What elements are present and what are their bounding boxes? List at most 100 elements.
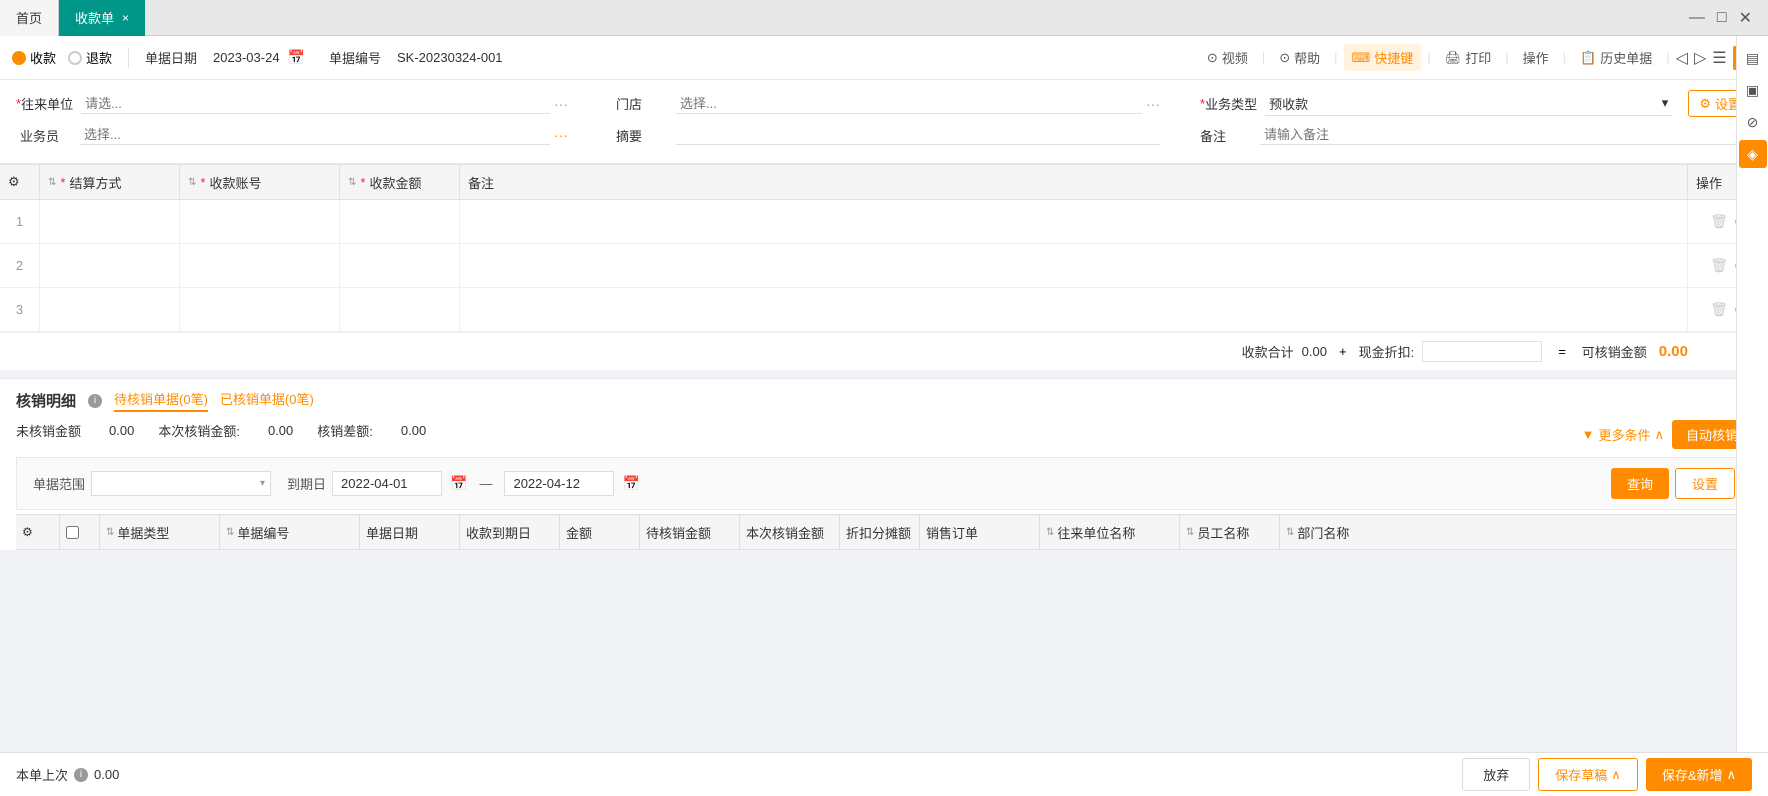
salesperson-label: 业务员 <box>20 126 80 145</box>
bth-checkbox[interactable] <box>60 515 100 549</box>
th-gear[interactable]: ⚙ <box>0 165 40 199</box>
salesperson-input[interactable] <box>80 125 550 145</box>
form-row-2: 业务员 ··· 摘要 备注 <box>16 125 1752 145</box>
business-type-select[interactable]: 预收款 ▾ <box>1265 92 1672 116</box>
query-button[interactable]: 查询 <box>1611 468 1669 499</box>
row1-remark[interactable] <box>460 200 1688 243</box>
row3-remark[interactable] <box>460 288 1688 331</box>
th-account: ⇅ * 收款账号 <box>180 165 340 199</box>
help-icon: ⊙ <box>1279 50 1290 66</box>
bth-dept: ⇅ 部门名称 <box>1280 515 1380 549</box>
shortcut-button[interactable]: ⌨ 快捷键 <box>1344 44 1422 71</box>
verify-section: 核销明细 i 待核销单据(0笔) 已核销单据(0笔) 未核销金额 0.00 本次… <box>0 378 1768 550</box>
row1-account[interactable] <box>180 200 340 243</box>
remark-label: 备注 <box>1200 126 1260 145</box>
close-icon[interactable]: × <box>122 11 129 25</box>
tab-receipt-label: 收款单 <box>75 8 114 27</box>
table-row: 1 🗑 ⊕ <box>0 200 1768 244</box>
window-controls: — □ ✕ <box>1689 8 1768 28</box>
calendar-to-icon[interactable]: 📅 <box>622 475 639 492</box>
summary-input[interactable] <box>676 125 1160 145</box>
verify-title-row: 核销明细 i 待核销单据(0笔) 已核销单据(0笔) <box>16 389 1752 412</box>
row-num-2: 2 <box>0 244 40 287</box>
row2-settle[interactable] <box>40 244 180 287</box>
verify-info-icon[interactable]: i <box>88 394 102 408</box>
minimize-button[interactable]: — <box>1689 9 1705 27</box>
bth-this-verify: 本次核销金额 <box>740 515 840 549</box>
close-window-button[interactable]: ✕ <box>1739 8 1752 28</box>
row3-settle[interactable] <box>40 288 180 331</box>
row1-amount[interactable] <box>340 200 460 243</box>
tab-done[interactable]: 已核销单据(0笔) <box>220 389 314 412</box>
row2-amount[interactable] <box>340 244 460 287</box>
store-label: 门店 <box>616 94 676 113</box>
page-footer: 本单上次 i 0.00 放弃 保存草稿 ∧ 保存&新增 ∧ <box>0 752 1768 796</box>
delete-icon-3[interactable]: 🗑 <box>1710 301 1728 318</box>
more-conditions-button[interactable]: ▼ 更多条件 ∧ <box>1582 425 1664 444</box>
save-draft-button[interactable]: 保存草稿 ∧ <box>1538 758 1638 791</box>
calendar-icon[interactable]: 📅 <box>288 49 305 66</box>
maximize-button[interactable]: □ <box>1717 9 1727 27</box>
remark-input[interactable] <box>1260 125 1752 145</box>
help-button[interactable]: ⊙ 帮助 <box>1271 44 1328 71</box>
discount-input[interactable] <box>1422 341 1542 362</box>
video-button[interactable]: ⊙ 视频 <box>1199 44 1256 71</box>
radio-refund[interactable]: 退款 <box>68 48 112 67</box>
verify-info-row: 未核销金额 0.00 本次核销金额: 0.00 核销差额: 0.00 <box>16 421 426 440</box>
bth-gear[interactable]: ⚙ <box>16 515 60 549</box>
counterpart-input[interactable] <box>81 94 550 114</box>
arrow-right-icon[interactable]: ▷ <box>1694 48 1706 68</box>
th-amount: ⇅ * 收款金额 <box>340 165 460 199</box>
bth-pending: 待核销金额 <box>640 515 740 549</box>
calendar-from-icon[interactable]: 📅 <box>450 475 467 492</box>
sidebar-link-icon[interactable]: ⊘ <box>1739 108 1767 136</box>
date-to-input[interactable] <box>504 471 614 496</box>
range-select[interactable] <box>91 471 271 496</box>
save-new-button[interactable]: 保存&新增 ∧ <box>1646 758 1752 791</box>
print-button[interactable]: 🖨 打印 <box>1437 44 1500 71</box>
delete-icon-2[interactable]: 🗑 <box>1710 257 1728 274</box>
row3-account[interactable] <box>180 288 340 331</box>
operation-button[interactable]: 操作 <box>1515 44 1557 71</box>
tab-receipt[interactable]: 收款单 × <box>59 0 145 36</box>
salesperson-more-icon[interactable]: ··· <box>554 127 568 143</box>
counterpart-more-icon[interactable]: ··· <box>554 96 568 112</box>
store-input[interactable] <box>676 94 1142 114</box>
sidebar-active-icon[interactable]: ◈ <box>1739 140 1767 168</box>
select-all-checkbox[interactable] <box>66 526 79 539</box>
this-check-label: 本次核销金额: <box>158 421 240 440</box>
available-value: 0.00 <box>1659 343 1688 360</box>
bth-bill-date: 单据日期 <box>360 515 460 549</box>
history-button[interactable]: 📋 历史单据 <box>1572 44 1660 71</box>
row3-amount[interactable] <box>340 288 460 331</box>
plus-sign: + <box>1339 344 1347 359</box>
last-bill-label: 本单上次 <box>16 765 68 784</box>
last-bill-value: 0.00 <box>94 767 119 782</box>
sidebar-table-icon[interactable]: ▤ <box>1739 44 1767 72</box>
list-view-icon[interactable]: ☰ <box>1712 48 1726 68</box>
date-from-input[interactable] <box>332 471 442 496</box>
radio-receipt-dot <box>12 51 26 65</box>
draft-arrow-icon: ∧ <box>1611 767 1621 783</box>
total-value: 0.00 <box>1302 344 1327 359</box>
abandon-button[interactable]: 放弃 <box>1462 758 1530 791</box>
save-new-arrow-icon: ∧ <box>1726 767 1736 783</box>
video-icon: ⊙ <box>1207 50 1218 66</box>
sort-icon-2: ⇅ <box>188 177 196 188</box>
row2-account[interactable] <box>180 244 340 287</box>
store-more-icon[interactable]: ··· <box>1146 96 1160 112</box>
row2-remark[interactable] <box>460 244 1688 287</box>
bottom-table-header: ⚙ ⇅ 单据类型 ⇅ 单据编号 单据日期 收款到期日 金额 待核销金额 <box>16 514 1752 550</box>
radio-receipt[interactable]: 收款 <box>12 48 56 67</box>
bill-num-value: SK-20230324-001 <box>397 50 503 65</box>
summary-label: 摘要 <box>616 126 676 145</box>
sidebar-grid-icon[interactable]: ▣ <box>1739 76 1767 104</box>
remark-field: 备注 <box>1200 125 1752 145</box>
filter-settings-button[interactable]: 设置 <box>1675 468 1735 499</box>
arrow-left-icon[interactable]: ◁ <box>1676 48 1688 68</box>
tab-pending[interactable]: 待核销单据(0笔) <box>114 389 208 412</box>
delete-icon-1[interactable]: 🗑 <box>1710 213 1728 230</box>
footer-info-icon[interactable]: i <box>74 768 88 782</box>
tab-home[interactable]: 首页 <box>0 0 59 36</box>
row1-settle[interactable] <box>40 200 180 243</box>
